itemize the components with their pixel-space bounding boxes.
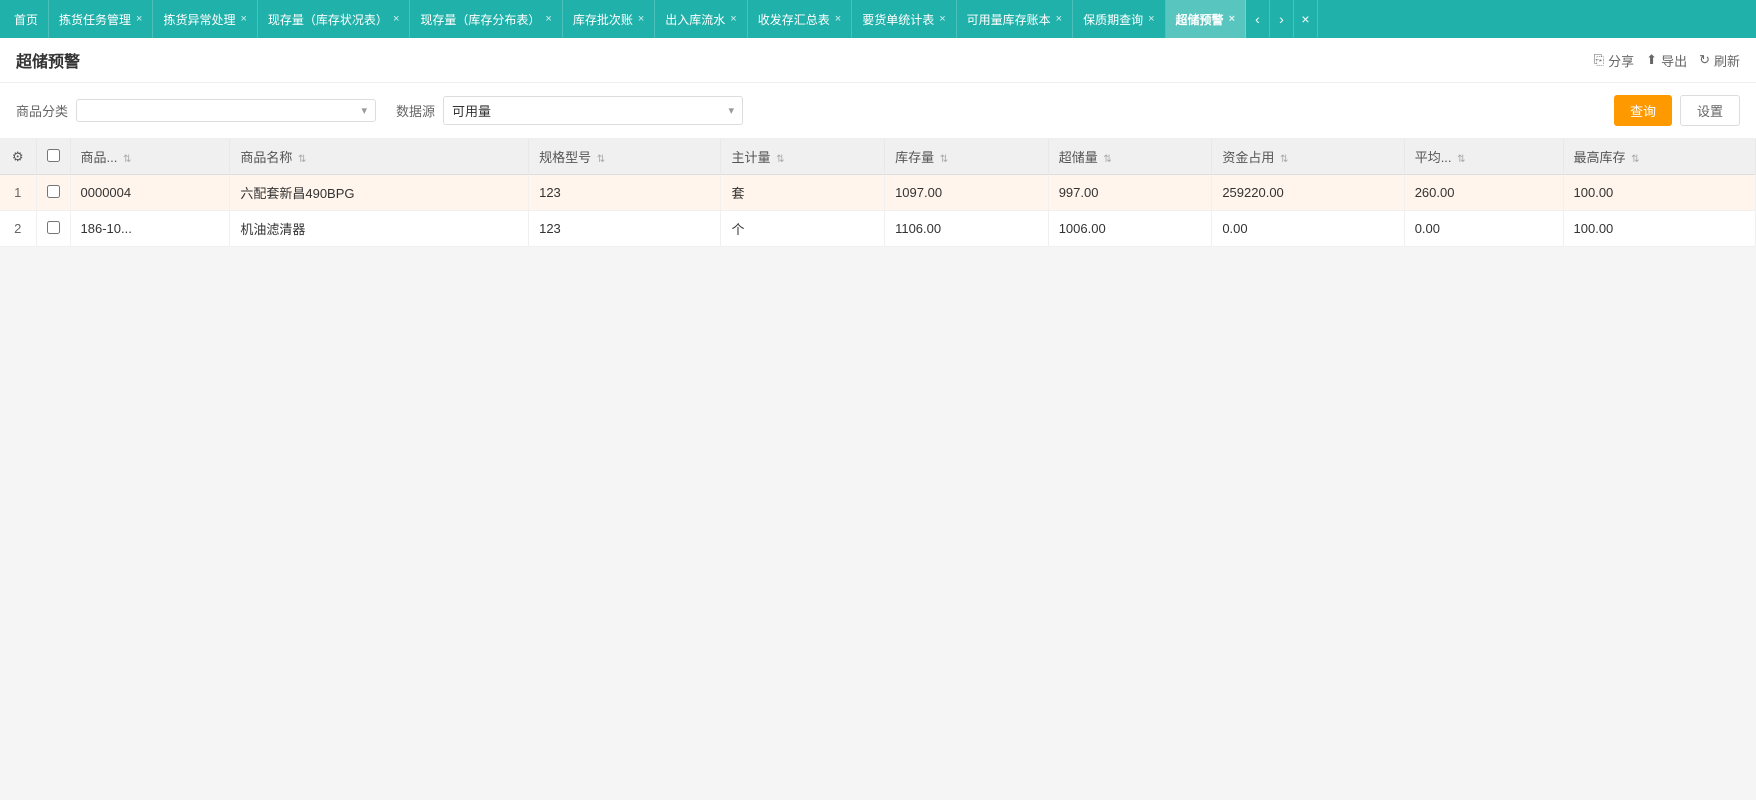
nav-tab-available[interactable]: 可用量库存账本 × bbox=[957, 0, 1073, 38]
close-icon[interactable]: × bbox=[730, 13, 736, 25]
overstock-column-header[interactable]: 超储量 ⇅ bbox=[1048, 139, 1212, 175]
product-category-select[interactable]: ▾ bbox=[76, 99, 376, 122]
refresh-button[interactable]: ↻ 刷新 bbox=[1699, 51, 1740, 70]
row-number: 1 bbox=[0, 175, 36, 211]
close-icon[interactable]: × bbox=[136, 13, 142, 25]
sort-icon: ⇅ bbox=[298, 154, 306, 165]
data-source-label: 数据源 bbox=[396, 101, 435, 120]
table-header-row: ⚙ 商品... ⇅ 商品名称 ⇅ 规格型号 ⇅ 主计量 bbox=[0, 139, 1756, 175]
row-checkbox-cell[interactable] bbox=[36, 175, 70, 211]
stock-cell: 1097.00 bbox=[885, 175, 1049, 211]
select-all-checkbox[interactable] bbox=[47, 149, 60, 162]
nav-next-arrow[interactable]: › bbox=[1270, 0, 1294, 38]
max-stock-cell: 100.00 bbox=[1563, 211, 1755, 247]
nav-tab-stock-status[interactable]: 现存量（库存状况表） × bbox=[258, 0, 410, 38]
product-category-group: 商品分类 ▾ bbox=[16, 99, 376, 122]
nav-tab-stock-dist[interactable]: 现存量（库存分布表） × bbox=[410, 0, 562, 38]
export-button[interactable]: ⬆ 导出 bbox=[1646, 51, 1687, 70]
data-source-group: 数据源 可用量 ▾ bbox=[396, 96, 743, 125]
settings-button[interactable]: 设置 bbox=[1680, 95, 1740, 126]
capital-column-header[interactable]: 资金占用 ⇅ bbox=[1212, 139, 1404, 175]
query-button[interactable]: 查询 bbox=[1614, 95, 1672, 126]
nav-tab-order-stats[interactable]: 要货单统计表 × bbox=[852, 0, 956, 38]
data-source-value: 可用量 bbox=[452, 101, 491, 120]
share-icon: ⎘ bbox=[1594, 52, 1604, 68]
chevron-down-icon: ▾ bbox=[729, 104, 735, 117]
row-checkbox[interactable] bbox=[47, 221, 60, 234]
product-name-column-header[interactable]: 商品名称 ⇅ bbox=[230, 139, 529, 175]
table-row: 2 186-10... 机油滤清器 123 个 1106.00 1006.00 … bbox=[0, 211, 1756, 247]
nav-close-arrow[interactable]: × bbox=[1294, 0, 1318, 38]
filter-bar: 商品分类 ▾ 数据源 可用量 ▾ 查询 设置 bbox=[0, 83, 1756, 139]
spec-cell: 123 bbox=[529, 211, 721, 247]
close-icon[interactable]: × bbox=[240, 13, 246, 25]
unit-cell: 套 bbox=[721, 175, 885, 211]
spec-column-header[interactable]: 规格型号 ⇅ bbox=[529, 139, 721, 175]
nav-tab-overstock[interactable]: 超储预警 × bbox=[1166, 0, 1246, 38]
sort-icon: ⇅ bbox=[776, 154, 784, 165]
nav-tab-pick-task[interactable]: 拣货任务管理 × bbox=[49, 0, 153, 38]
share-button[interactable]: ⎘ 分享 bbox=[1594, 51, 1634, 70]
nav-tab-summary[interactable]: 收发存汇总表 × bbox=[748, 0, 852, 38]
avg-cell: 0.00 bbox=[1404, 211, 1563, 247]
product-category-label: 商品分类 bbox=[16, 101, 68, 120]
unit-column-header[interactable]: 主计量 ⇅ bbox=[721, 139, 885, 175]
capital-cell: 0.00 bbox=[1212, 211, 1404, 247]
product-name-cell: 六配套新昌490BPG bbox=[230, 175, 529, 211]
product-name-cell: 机油滤清器 bbox=[230, 211, 529, 247]
nav-tab-home[interactable]: 首页 bbox=[4, 0, 49, 38]
close-icon[interactable]: × bbox=[638, 13, 644, 25]
capital-cell: 259220.00 bbox=[1212, 175, 1404, 211]
sort-icon: ⇅ bbox=[597, 154, 605, 165]
sort-icon: ⇅ bbox=[1631, 154, 1639, 165]
row-checkbox[interactable] bbox=[47, 185, 60, 198]
nav-prev-arrow[interactable]: ‹ bbox=[1246, 0, 1270, 38]
close-icon[interactable]: × bbox=[393, 13, 399, 25]
max-stock-column-header[interactable]: 最高库存 ⇅ bbox=[1563, 139, 1755, 175]
nav-tab-inout[interactable]: 出入库流水 × bbox=[655, 0, 747, 38]
product-code-cell: 0000004 bbox=[70, 175, 230, 211]
export-icon: ⬆ bbox=[1646, 52, 1657, 68]
overstock-cell: 997.00 bbox=[1048, 175, 1212, 211]
close-icon[interactable]: × bbox=[545, 13, 551, 25]
sort-icon: ⇅ bbox=[1103, 154, 1111, 165]
row-number: 2 bbox=[0, 211, 36, 247]
unit-cell: 个 bbox=[721, 211, 885, 247]
top-nav: 首页 拣货任务管理 × 拣货异常处理 × 现存量（库存状况表） × 现存量（库存… bbox=[0, 0, 1756, 38]
close-icon[interactable]: × bbox=[939, 13, 945, 25]
avg-cell: 260.00 bbox=[1404, 175, 1563, 211]
data-table: ⚙ 商品... ⇅ 商品名称 ⇅ 规格型号 ⇅ 主计量 bbox=[0, 139, 1756, 247]
close-icon[interactable]: × bbox=[1056, 13, 1062, 25]
header-actions: ⎘ 分享 ⬆ 导出 ↻ 刷新 bbox=[1594, 51, 1740, 70]
nav-tab-batch[interactable]: 库存批次账 × bbox=[563, 0, 655, 38]
table-row: 1 0000004 六配套新昌490BPG 123 套 1097.00 997.… bbox=[0, 175, 1756, 211]
stock-column-header[interactable]: 库存量 ⇅ bbox=[885, 139, 1049, 175]
stock-cell: 1106.00 bbox=[885, 211, 1049, 247]
sort-icon: ⇅ bbox=[123, 154, 131, 165]
table-container: ⚙ 商品... ⇅ 商品名称 ⇅ 规格型号 ⇅ 主计量 bbox=[0, 139, 1756, 247]
page-header: 超储预警 ⎘ 分享 ⬆ 导出 ↻ 刷新 bbox=[0, 38, 1756, 83]
sort-icon: ⇅ bbox=[940, 154, 948, 165]
product-code-column-header[interactable]: 商品... ⇅ bbox=[70, 139, 230, 175]
sort-icon: ⇅ bbox=[1280, 154, 1288, 165]
nav-tab-expiry[interactable]: 保质期查询 × bbox=[1073, 0, 1165, 38]
filter-buttons: 查询 设置 bbox=[1614, 95, 1740, 126]
overstock-cell: 1006.00 bbox=[1048, 211, 1212, 247]
spec-cell: 123 bbox=[529, 175, 721, 211]
close-icon[interactable]: × bbox=[835, 13, 841, 25]
close-icon[interactable]: × bbox=[1148, 13, 1154, 25]
checkbox-column-header[interactable] bbox=[36, 139, 70, 175]
row-checkbox-cell[interactable] bbox=[36, 211, 70, 247]
avg-column-header[interactable]: 平均... ⇅ bbox=[1404, 139, 1563, 175]
nav-tab-pick-exception[interactable]: 拣货异常处理 × bbox=[153, 0, 257, 38]
sort-icon: ⇅ bbox=[1457, 154, 1465, 165]
max-stock-cell: 100.00 bbox=[1563, 175, 1755, 211]
settings-column-header[interactable]: ⚙ bbox=[0, 139, 36, 175]
refresh-icon: ↻ bbox=[1699, 52, 1710, 68]
close-icon[interactable]: × bbox=[1229, 13, 1235, 25]
product-code-cell: 186-10... bbox=[70, 211, 230, 247]
data-source-select[interactable]: 可用量 ▾ bbox=[443, 96, 743, 125]
page-title: 超储预警 bbox=[16, 48, 80, 72]
chevron-down-icon: ▾ bbox=[361, 104, 367, 117]
